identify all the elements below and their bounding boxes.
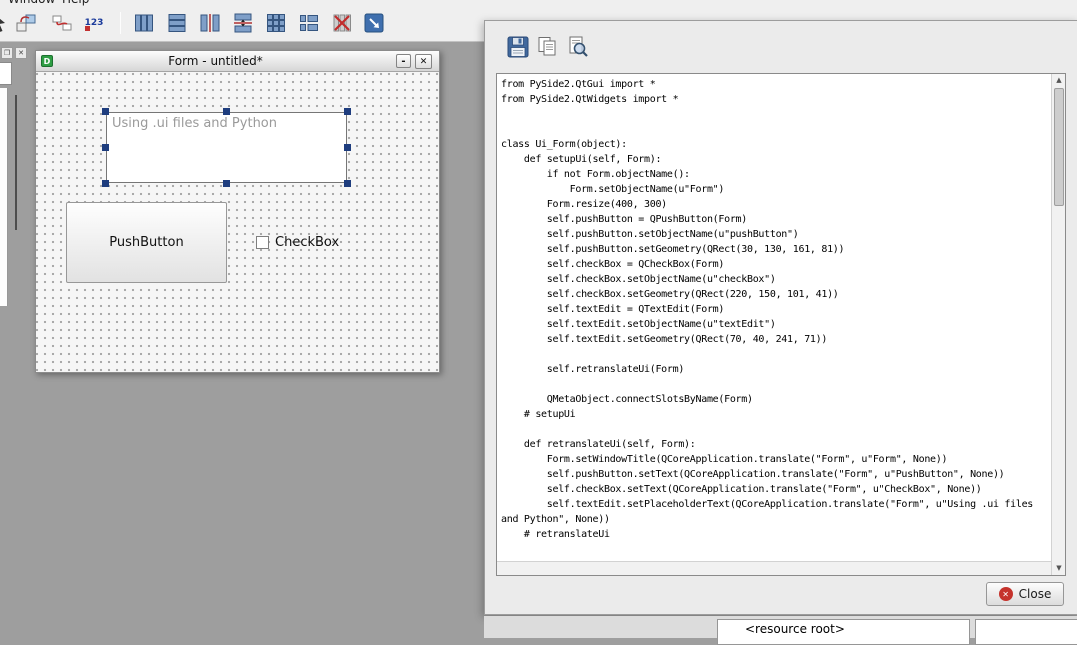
code-view[interactable]: from PySide2.QtGui import *from PySide2.…	[496, 73, 1066, 576]
menubar: Window Help	[0, 0, 240, 6]
close-window-button[interactable]: ✕	[415, 54, 432, 69]
widget-box-scrollbar[interactable]	[15, 95, 17, 230]
menu-window[interactable]: Window	[8, 0, 55, 6]
scrollbar-thumb[interactable]	[1054, 88, 1064, 206]
scroll-down-icon[interactable]: ▼	[1052, 562, 1066, 575]
selection-handle-bottom-center[interactable]	[223, 180, 230, 187]
pushbutton-widget[interactable]: PushButton	[66, 202, 227, 283]
copy-icon[interactable]	[536, 35, 560, 59]
selection-handle-top-left[interactable]	[102, 108, 109, 115]
resource-tree[interactable]: <resource root>	[717, 619, 970, 645]
checkbox-label: CheckBox	[275, 235, 339, 250]
form-designer-window: D Form - untitled* - ✕ Using .ui files a…	[35, 50, 440, 373]
widget-box-filter-input[interactable]	[0, 62, 12, 85]
close-button[interactable]: ✕ Close	[986, 582, 1064, 606]
resource-list[interactable]	[975, 619, 1077, 645]
layout-vertical-icon[interactable]	[165, 11, 189, 35]
tab-order-numbers: 123	[85, 18, 104, 28]
form-window-title: Form - untitled*	[56, 54, 375, 68]
edit-buddies-icon[interactable]	[50, 11, 74, 35]
form-window-titlebar[interactable]: D Form - untitled* - ✕	[36, 51, 439, 72]
textedit-widget[interactable]: Using .ui files and Python	[106, 112, 347, 183]
menu-help[interactable]: Help	[62, 0, 89, 6]
layout-form-icon[interactable]	[297, 11, 321, 35]
close-button-label: Close	[1019, 587, 1052, 601]
minimize-button[interactable]: -	[396, 54, 411, 68]
layout-horizontal-icon[interactable]	[132, 11, 156, 35]
checkbox-widget[interactable]: CheckBox	[256, 222, 357, 263]
adjust-size-icon[interactable]	[362, 11, 386, 35]
save-icon[interactable]	[506, 35, 530, 59]
toolbar-separator	[120, 12, 121, 34]
form-file-icon: D	[41, 55, 53, 67]
dock-float-icon[interactable]: ❐	[1, 47, 13, 59]
edit-widgets-icon[interactable]	[0, 11, 11, 35]
selection-handle-top-right[interactable]	[344, 108, 351, 115]
layout-horizontal-splitter-icon[interactable]	[198, 11, 222, 35]
break-layout-icon[interactable]	[330, 11, 354, 35]
checkbox-glyph[interactable]	[256, 236, 269, 249]
code-text: from PySide2.QtGui import *from PySide2.…	[501, 77, 1041, 542]
resource-root-item[interactable]: <resource root>	[745, 622, 845, 636]
layout-grid-icon[interactable]	[264, 11, 288, 35]
vertical-scrollbar[interactable]: ▲ ▼	[1051, 74, 1065, 575]
selection-handle-mid-right[interactable]	[344, 144, 351, 151]
widget-box-panel	[0, 88, 8, 306]
selection-handle-top-center[interactable]	[223, 108, 230, 115]
dock-close-icon[interactable]: ✕	[15, 47, 27, 59]
horizontal-scrollbar[interactable]	[497, 561, 1051, 575]
selection-handle-bottom-left[interactable]	[102, 180, 109, 187]
code-preview-dialog: from PySide2.QtGui import *from PySide2.…	[484, 20, 1077, 615]
close-icon: ✕	[999, 587, 1013, 601]
form-canvas[interactable]: Using .ui files and Python PushButton Ch…	[36, 72, 439, 372]
edit-signals-slots-icon[interactable]	[14, 11, 38, 35]
find-icon[interactable]	[566, 35, 590, 59]
edit-tab-order-icon[interactable]: 123	[82, 11, 106, 35]
scroll-up-icon[interactable]: ▲	[1052, 74, 1066, 87]
layout-vertical-splitter-icon[interactable]	[231, 11, 255, 35]
selection-handle-bottom-right[interactable]	[344, 180, 351, 187]
selection-handle-mid-left[interactable]	[102, 144, 109, 151]
